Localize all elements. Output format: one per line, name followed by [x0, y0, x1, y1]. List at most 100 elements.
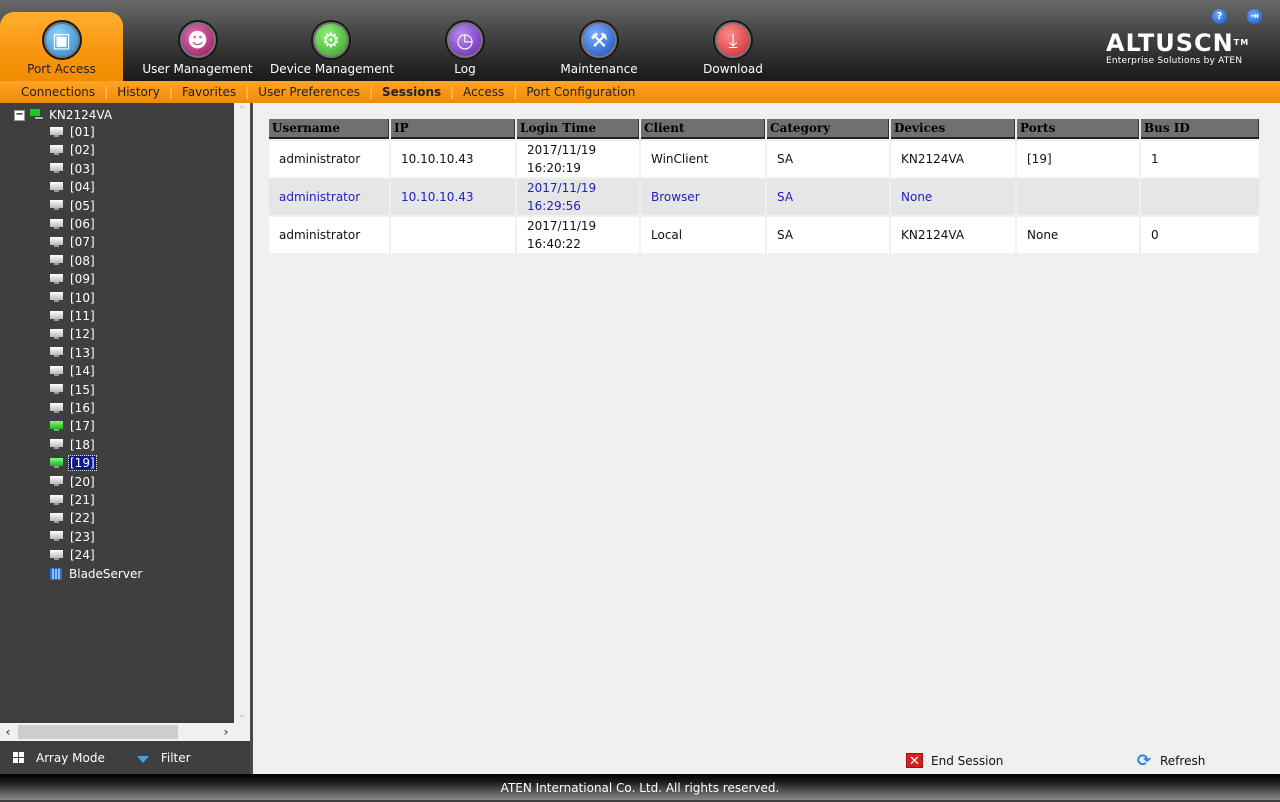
- tree-item-port[interactable]: [24]: [50, 546, 96, 564]
- scroll-down-icon[interactable]: ⌄: [234, 707, 250, 723]
- tree-item-port[interactable]: [02]: [50, 141, 96, 159]
- tree-item-port[interactable]: [19]: [50, 454, 97, 472]
- tree-item-port[interactable]: [10]: [50, 289, 96, 307]
- login-clock-time: 16:29:56: [527, 199, 581, 213]
- help-icon[interactable]: ?: [1212, 9, 1227, 24]
- computer-offline-icon: [50, 476, 63, 487]
- column-header-client[interactable]: Client: [641, 119, 765, 139]
- tree-item-port[interactable]: [15]: [50, 381, 96, 399]
- tree-item-port[interactable]: [18]: [50, 436, 96, 454]
- computer-offline-icon: [50, 255, 63, 266]
- scroll-left-icon[interactable]: ‹: [0, 723, 16, 741]
- cell-ports: None: [1017, 217, 1139, 253]
- tree-item-label: BladeServer: [69, 567, 143, 581]
- tree-item-port[interactable]: [21]: [50, 491, 96, 509]
- filter-button[interactable]: Filter: [136, 750, 191, 765]
- scroll-right-icon[interactable]: ›: [218, 723, 234, 741]
- tree-item-port[interactable]: [14]: [50, 362, 96, 380]
- computer-offline-icon: [50, 200, 63, 211]
- logo-tagline: Enterprise Solutions by ATEN: [1106, 56, 1243, 66]
- copyright-text: ATEN International Co. Ltd. All rights r…: [500, 781, 780, 795]
- tree-item-port[interactable]: [09]: [50, 270, 96, 288]
- login-clock-time: 16:40:22: [527, 237, 581, 251]
- table-row[interactable]: administrator 2017/11/19 16:40:22 Local SA KN…: [269, 217, 1259, 253]
- scrollbar-thumb[interactable]: [18, 725, 178, 739]
- column-header-ip[interactable]: IP: [391, 119, 515, 139]
- tree-item-port[interactable]: [16]: [50, 399, 96, 417]
- column-header-bus-id[interactable]: Bus ID: [1141, 119, 1259, 139]
- column-header-ports[interactable]: Ports: [1017, 119, 1139, 139]
- subnav-user-preferences[interactable]: User Preferences: [249, 85, 369, 99]
- tree-item-port[interactable]: [13]: [50, 344, 96, 362]
- subnav-connections[interactable]: Connections: [12, 85, 104, 99]
- computer-offline-icon: [50, 144, 63, 156]
- column-header-category[interactable]: Category: [767, 119, 889, 139]
- footer-bar: ATEN International Co. Ltd. All rights r…: [0, 774, 1280, 800]
- table-header-row: Username IP Login Time Client Category D…: [269, 119, 1259, 139]
- kvm-switch-icon: [30, 109, 44, 121]
- cell-login-time: 2017/11/19 16:40:22: [517, 217, 639, 253]
- computer-offline-icon: [50, 181, 63, 193]
- computer-offline-icon: [50, 328, 63, 340]
- altuscn-logo: ALTUSCNTM Enterprise Solutions by ATEN: [1106, 30, 1249, 66]
- table-row[interactable]: administrator 10.10.10.43 2017/11/19 16:20:…: [269, 141, 1259, 177]
- subnav-favorites[interactable]: Favorites: [173, 85, 245, 99]
- filter-label: Filter: [160, 750, 191, 765]
- computer-offline-icon: [50, 218, 63, 230]
- tree-item-port[interactable]: [03]: [50, 160, 96, 178]
- tree-item-port[interactable]: [23]: [50, 528, 96, 546]
- tree-item-port[interactable]: [08]: [50, 252, 96, 270]
- column-header-login-time[interactable]: Login Time: [517, 119, 639, 139]
- nav-tab-log[interactable]: ◷ Log: [425, 12, 505, 81]
- table-row[interactable]: administrator 10.10.10.43 2017/11/19 16:29:…: [269, 179, 1259, 215]
- tree-item-port[interactable]: [17]: [50, 417, 96, 435]
- tree-item-port[interactable]: [11]: [50, 307, 96, 325]
- cell-login-time: 2017/11/19 16:29:56: [517, 179, 639, 215]
- scroll-up-icon[interactable]: ⌃: [234, 103, 250, 119]
- cell-login-time: 2017/11/19 16:20:19: [517, 141, 639, 177]
- tree-item-port[interactable]: [07]: [50, 233, 96, 251]
- nav-tab-maintenance[interactable]: ⚒ Maintenance: [555, 12, 643, 81]
- grid-icon: [13, 752, 24, 763]
- subnav-access[interactable]: Access: [454, 85, 513, 99]
- nav-tab-device-management[interactable]: ⚙ Device Management: [270, 12, 394, 81]
- end-session-button[interactable]: ✕ End Session: [906, 753, 1003, 769]
- nav-tab-download[interactable]: ⤓ Download: [693, 12, 773, 81]
- tree-item-label: [11]: [70, 309, 95, 323]
- refresh-button[interactable]: ⟳ Refresh: [1135, 753, 1206, 770]
- tree-item-port[interactable]: [20]: [50, 473, 96, 491]
- column-header-devices[interactable]: Devices: [891, 119, 1015, 139]
- subnav-port-configuration[interactable]: Port Configuration: [517, 85, 644, 99]
- tree-item-label: [04]: [70, 180, 95, 195]
- subnav-history[interactable]: History: [108, 85, 169, 99]
- collapse-icon[interactable]: −: [14, 109, 25, 121]
- sidebar: − KN2124VA [01] [02] [03] [04] [05] [06] [07] […: [0, 103, 253, 774]
- cell-category: SA: [767, 141, 889, 177]
- column-header-username[interactable]: Username: [269, 119, 389, 139]
- cell-username: administrator: [269, 179, 389, 215]
- subnav-sessions[interactable]: Sessions: [373, 85, 450, 99]
- computer-offline-icon: [50, 512, 63, 524]
- refresh-label: Refresh: [1160, 754, 1206, 768]
- nav-tab-port-access[interactable]: ▣ Port Access: [0, 12, 123, 81]
- tree-item-bladeserver[interactable]: BladeServer: [50, 565, 143, 583]
- computer-offline-icon: [50, 236, 63, 248]
- blade-server-icon: [50, 568, 62, 580]
- tree-item-port[interactable]: [12]: [50, 325, 96, 343]
- tree-item-label: [02]: [70, 143, 95, 158]
- nav-tab-label: Download: [703, 62, 763, 76]
- array-mode-button[interactable]: Array Mode: [13, 751, 105, 765]
- tree-root-kn2124va[interactable]: − KN2124VA: [14, 107, 112, 123]
- tree-item-port[interactable]: [22]: [50, 509, 96, 527]
- tree-item-port[interactable]: [06]: [50, 215, 96, 233]
- logout-icon[interactable]: ⇥: [1247, 9, 1262, 24]
- tree-item-port[interactable]: [04]: [50, 178, 96, 196]
- tree-item-port[interactable]: [05]: [50, 197, 96, 215]
- tree-horizontal-scrollbar[interactable]: ‹ ›: [0, 723, 234, 741]
- action-bar: ✕ End Session ⟳ Refresh: [253, 749, 1280, 773]
- tree-item-port[interactable]: [01]: [50, 123, 96, 141]
- tree-vertical-scrollbar[interactable]: ⌃ ⌄: [234, 103, 250, 723]
- sessions-table-body: administrator 10.10.10.43 2017/11/19 16:20:…: [269, 141, 1259, 253]
- download-icon: ⤓: [713, 20, 753, 60]
- nav-tab-user-management[interactable]: ☻ User Management: [140, 12, 255, 81]
